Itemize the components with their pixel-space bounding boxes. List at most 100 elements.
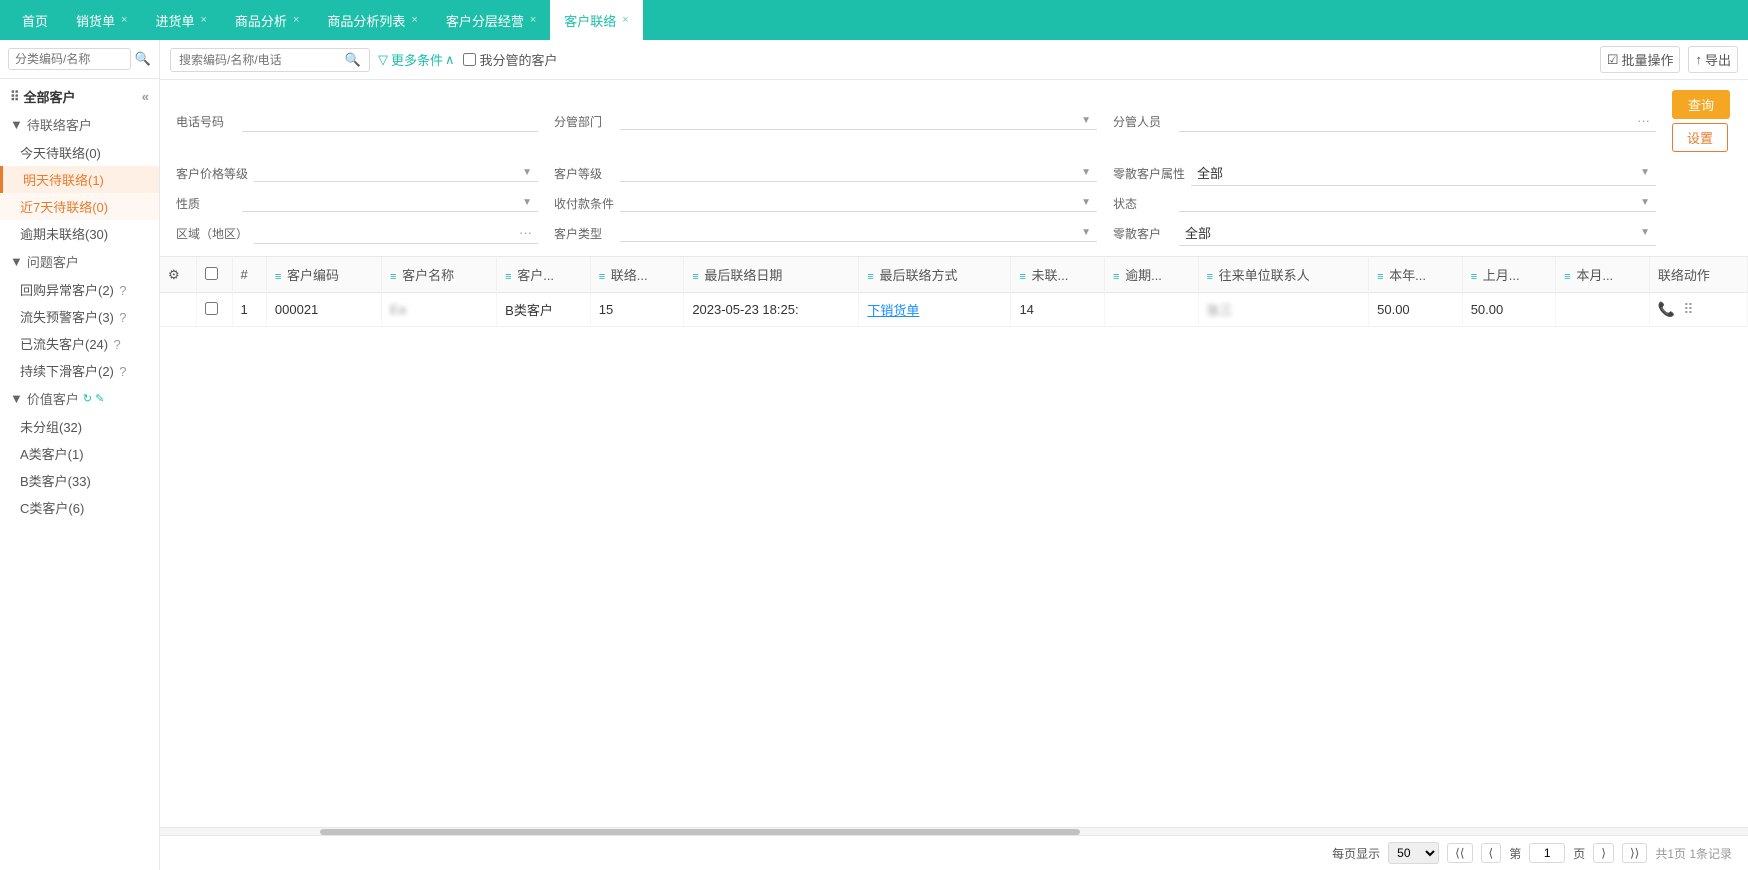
filter-dept-select[interactable]: ▼ [620, 112, 1097, 130]
toolbar-search-icon[interactable]: 🔍 [345, 52, 361, 68]
row-checkbox[interactable] [205, 302, 218, 315]
per-page-select[interactable]: 50 100 200 [1388, 842, 1439, 864]
filter-icon: ▽ [378, 52, 388, 68]
sidebar: 🔍 ⠿ 全部客户 « ▼ 待联络客户 今天待联络(0) 明天待联络(1) 近7天… [0, 40, 160, 870]
th-contact-action: 联络动作 [1649, 257, 1747, 293]
th-code-icon: ≡ [275, 271, 281, 283]
person-dots-icon[interactable]: ··· [1637, 113, 1650, 128]
filter-nature-select[interactable]: ▼ [242, 194, 538, 212]
nav-product-analysis-list-close[interactable]: × [411, 14, 417, 26]
nav-customer-contact-close[interactable]: × [622, 14, 628, 26]
sidebar-item-7day-pending[interactable]: 近7天待联络(0) [0, 193, 159, 220]
toolbar: 🔍 ▽ 更多条件 ∧ 我分管的客户 ☑ 批量操作 ↑ 导出 [160, 40, 1748, 80]
sidebar-item-declining[interactable]: 持续下滑客户(2) ? [0, 357, 159, 384]
nav-purchase-order-close[interactable]: × [200, 14, 206, 26]
td-this-year: 50.00 [1369, 293, 1463, 327]
batch-operation-btn[interactable]: ☑ 批量操作 [1600, 46, 1681, 73]
my-customers-checkbox[interactable] [463, 53, 476, 66]
filter-customer-grade-select[interactable]: ▼ [620, 164, 1097, 182]
filter-payment-label: 收付款条件 [554, 195, 614, 212]
th-customer-category: ≡ 客户... [497, 257, 591, 293]
nav-home[interactable]: 首页 [8, 0, 62, 40]
td-last-contact-method[interactable]: 下销货单 [859, 293, 1011, 327]
search-box: 🔍 [170, 48, 370, 72]
search-input[interactable] [179, 53, 345, 67]
sidebar-item-ungrouped[interactable]: 未分组(32) [0, 413, 159, 440]
filter-person-select[interactable]: ··· [1179, 110, 1656, 132]
filter-customer-value-grade: 客户价格等级 ▼ [176, 164, 538, 182]
export-btn[interactable]: ↑ 导出 [1688, 46, 1738, 73]
nav-product-analysis-list[interactable]: 商品分析列表 × [313, 0, 431, 40]
sidebar-problem-group[interactable]: ▼ 问题客户 [0, 247, 159, 276]
td-category: B类客户 [497, 293, 591, 327]
last-page-btn[interactable]: ⟩⟩ [1622, 843, 1647, 863]
nav-purchase-order[interactable]: 进货单 × [141, 0, 220, 40]
sidebar-all-customers-header[interactable]: ⠿ 全部客户 « [0, 79, 159, 110]
ra-arrow: ▼ [1640, 167, 1650, 178]
horizontal-scrollbar[interactable] [160, 827, 1748, 835]
filter-customer-grade-label: 客户等级 [554, 165, 614, 182]
filter-retail-customer: 零散客户 全部 ▼ [1113, 220, 1656, 246]
scrollbar-thumb[interactable] [320, 829, 1080, 835]
sidebar-item-a-class[interactable]: A类客户(1) [0, 440, 159, 467]
sidebar-value-group[interactable]: ▼ 价值客户 ↻ ✎ [0, 384, 159, 413]
td-name: Ea [382, 293, 497, 327]
select-all-checkbox[interactable] [205, 267, 218, 280]
th-uc-icon: ≡ [1207, 271, 1213, 283]
sidebar-search-icon[interactable]: 🔍 [135, 51, 151, 67]
sidebar-search-area: 🔍 [0, 40, 159, 79]
customer-table: ⚙ # ≡ 客户编码 ≡ 客户名称 [160, 257, 1748, 327]
action-icons: 📞 ⠿ [1658, 301, 1739, 318]
settings-btn[interactable]: 设置 [1672, 123, 1728, 152]
my-customers-checkbox-label[interactable]: 我分管的客户 [463, 50, 558, 69]
nav-sales-order-close[interactable]: × [121, 14, 127, 26]
refresh-icon[interactable]: ↻ [83, 392, 92, 405]
grid-action-icon[interactable]: ⠿ [1683, 301, 1693, 318]
filter-customer-value-grade-select[interactable]: ▼ [254, 164, 538, 182]
filter-customer-type-select[interactable]: ▼ [620, 224, 1097, 242]
filter-area-select[interactable]: ··· [254, 222, 538, 244]
th-tm-icon: ≡ [1564, 271, 1570, 283]
sidebar-item-repurchase-abnormal[interactable]: 回购异常客户(2) ? [0, 276, 159, 303]
filter-customer-value-grade-label: 客户价格等级 [176, 165, 248, 182]
more-conditions-btn[interactable]: ▽ 更多条件 ∧ [378, 50, 455, 69]
next-page-btn[interactable]: ⟩ [1593, 843, 1614, 863]
sidebar-item-today-pending[interactable]: 今天待联络(0) [0, 139, 159, 166]
edit-icon[interactable]: ✎ [95, 392, 104, 405]
nav-customer-tier[interactable]: 客户分层经营 × [432, 0, 550, 40]
area-dots-icon[interactable]: ··· [519, 225, 532, 240]
filter-person-label: 分管人员 [1113, 113, 1173, 130]
sidebar-search-input[interactable] [8, 48, 131, 70]
first-page-btn[interactable]: ⟨⟨ [1447, 843, 1472, 863]
filter-status-select[interactable]: ▼ [1179, 194, 1656, 212]
table-row: 1 000021 Ea B类客户 15 2023-05-23 18:25: 下销… [160, 293, 1748, 327]
filter-retail-customer-select[interactable]: 全部 ▼ [1179, 220, 1656, 246]
query-btn[interactable]: 查询 [1672, 90, 1730, 119]
sidebar-collapse-btn[interactable]: « [142, 89, 149, 104]
phone-action-icon[interactable]: 📞 [1658, 301, 1675, 318]
filter-phone-input[interactable] [242, 111, 538, 132]
prev-page-btn[interactable]: ⟨ [1481, 843, 1502, 863]
filter-payment-select[interactable]: ▼ [620, 194, 1097, 212]
nav-customer-tier-close[interactable]: × [530, 14, 536, 26]
nav-customer-contact[interactable]: 客户联络 × [550, 0, 642, 40]
sidebar-item-churned[interactable]: 已流失客户(24) ? [0, 330, 159, 357]
filter-row-1: 电话号码 分管部门 ▼ 分管人员 ··· 查询 设置 [176, 90, 1732, 152]
sidebar-pending-group[interactable]: ▼ 待联络客户 [0, 110, 159, 139]
sidebar-item-c-class[interactable]: C类客户(6) [0, 494, 159, 521]
filter-dept: 分管部门 ▼ [554, 112, 1097, 130]
nav-product-analysis-close[interactable]: × [293, 14, 299, 26]
filter-retail-attr-select[interactable]: 全部 ▼ [1191, 160, 1656, 186]
nav-sales-order[interactable]: 销货单 × [62, 0, 141, 40]
toolbar-right-actions: ☑ 批量操作 ↑ 导出 [1600, 46, 1738, 73]
page-number-input[interactable] [1529, 843, 1565, 863]
sidebar-item-tomorrow-pending[interactable]: 明天待联络(1) [0, 166, 159, 193]
sidebar-item-churn-warning[interactable]: 流失预警客户(3) ? [0, 303, 159, 330]
filter-nature-label: 性质 [176, 195, 236, 212]
settings-icon[interactable]: ⚙ [168, 267, 180, 282]
nav-product-analysis[interactable]: 商品分析 × [221, 0, 313, 40]
sidebar-item-overdue-pending[interactable]: 逾期未联络(30) [0, 220, 159, 247]
th-contact-count: ≡ 联络... [590, 257, 684, 293]
sidebar-item-b-class[interactable]: B类客户(33) [0, 467, 159, 494]
th-name-icon: ≡ [390, 271, 396, 283]
